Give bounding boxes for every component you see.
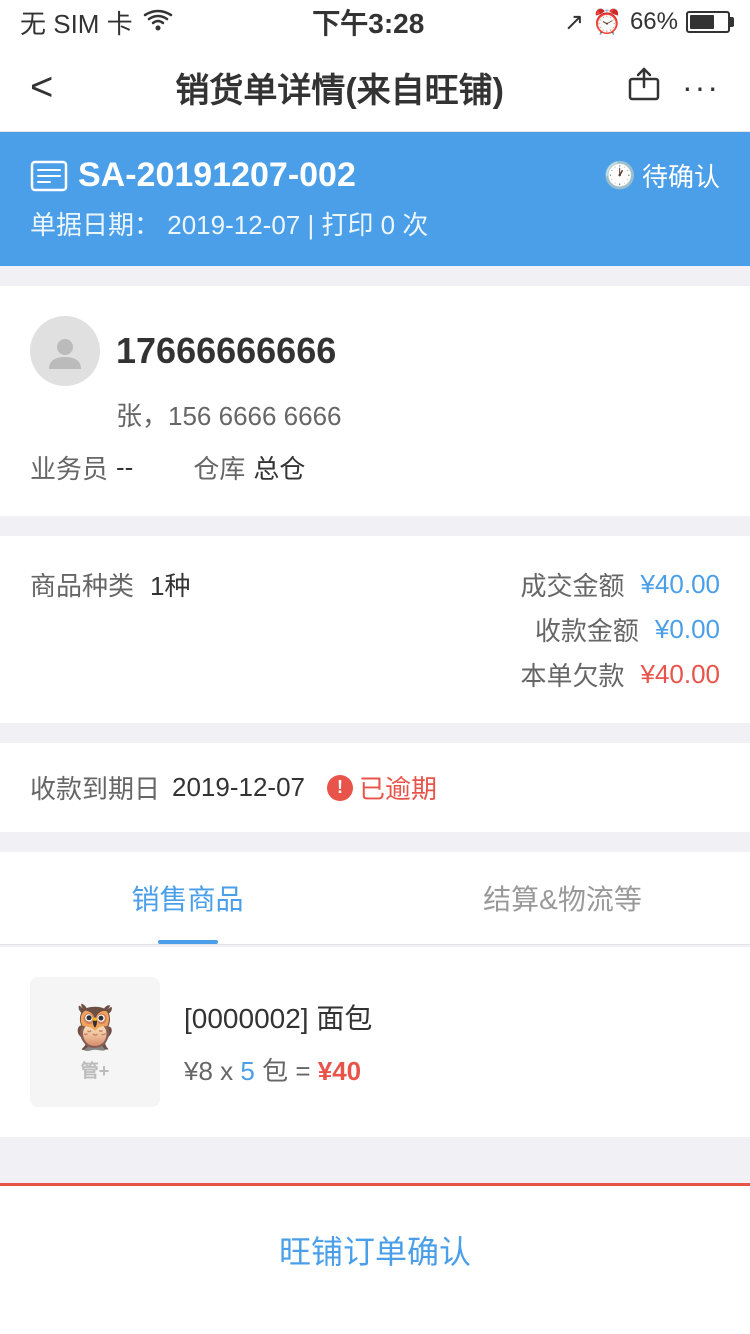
- product-code: [0000002]: [184, 1003, 309, 1034]
- nav-bar: < 销货单详情(来自旺铺) ···: [0, 44, 750, 132]
- received-value: ¥0.00: [655, 614, 720, 645]
- sales-value: --: [116, 452, 133, 483]
- status-right: ↗ ⏰ 66%: [564, 8, 730, 37]
- tab-bar: 销售商品 结算&物流等: [0, 852, 750, 945]
- received-label: 收款金额: [535, 611, 639, 648]
- order-header: SA-20191207-002 🕐 待确认 单据日期： 2019-12-07 |…: [0, 132, 750, 266]
- customer-name: 张，156 6666 6666: [116, 396, 720, 433]
- carrier-text: 无 SIM 卡: [20, 4, 133, 41]
- customer-meta: 业务员 -- 仓库 总仓: [30, 449, 720, 486]
- print-info: | 打印 0 次: [307, 210, 428, 240]
- warehouse-label: 仓库: [193, 449, 245, 486]
- warehouse-value: 总仓: [253, 449, 305, 486]
- product-title: 面包: [316, 1003, 372, 1034]
- overdue-text: 已逾期: [359, 769, 437, 806]
- overdue-icon: !: [327, 775, 353, 801]
- due-date-card: 收款到期日 2019-12-07 ! 已逾期: [0, 743, 750, 832]
- product-item: 🦉 管+ [0000002] 面包 ¥8 x 5 包 = ¥40: [0, 947, 750, 1137]
- order-date-row: 单据日期： 2019-12-07 | 打印 0 次: [30, 205, 720, 242]
- battery-icon: [686, 11, 730, 33]
- due-amount-row: 本单欠款 ¥40.00: [520, 656, 720, 693]
- sales-meta: 业务员 --: [30, 449, 133, 486]
- category-info: 商品种类 1种: [30, 566, 190, 603]
- date-label: 单据日期：: [30, 210, 160, 240]
- wifi-icon: [143, 7, 173, 38]
- transaction-value: ¥40.00: [640, 569, 720, 600]
- location-icon: ↗: [564, 8, 584, 37]
- summary-card: 商品种类 1种 成交金额 ¥40.00 收款金额 ¥0.00 本单欠款 ¥40.…: [0, 536, 750, 723]
- due-date-value: 2019-12-07: [172, 772, 305, 803]
- product-thumbnail: 🦉 管+: [30, 977, 160, 1107]
- battery-percent: 66%: [630, 8, 678, 36]
- due-amount-value: ¥40.00: [640, 659, 720, 690]
- multiply-sign: x: [220, 1056, 240, 1086]
- product-price: ¥8: [184, 1056, 213, 1086]
- status-time: 下午3:28: [312, 2, 424, 42]
- tab-settlement[interactable]: 结算&物流等: [375, 852, 750, 944]
- due-date-label: 收款到期日: [30, 769, 160, 806]
- order-icon: [30, 160, 68, 192]
- customer-card: 17666666666 张，156 6666 6666 业务员 -- 仓库 总仓: [0, 286, 750, 516]
- order-id-row: SA-20191207-002: [30, 156, 356, 195]
- product-name: [0000002] 面包: [184, 997, 720, 1037]
- warehouse-meta: 仓库 总仓: [193, 449, 305, 486]
- order-status: 🕐 待确认: [604, 157, 720, 194]
- clock-icon: 🕐: [604, 160, 636, 191]
- product-total: ¥40: [318, 1056, 361, 1086]
- product-quantity: 5: [240, 1056, 254, 1086]
- equals-sign: =: [295, 1056, 317, 1086]
- customer-phone: 17666666666: [116, 330, 336, 372]
- product-list: 🦉 管+ [0000002] 面包 ¥8 x 5 包 = ¥40: [0, 947, 750, 1137]
- avatar: [30, 316, 100, 386]
- received-amount-row: 收款金额 ¥0.00: [535, 611, 720, 648]
- back-button[interactable]: <: [30, 65, 53, 110]
- product-brand-icon: 🦉: [68, 1001, 123, 1053]
- category-label: 商品种类: [30, 566, 134, 603]
- status-bar: 无 SIM 卡 下午3:28 ↗ ⏰ 66%: [0, 0, 750, 44]
- product-formula: ¥8 x 5 包 = ¥40: [184, 1051, 720, 1088]
- nav-actions: ···: [626, 65, 720, 110]
- status-text: 待确认: [642, 157, 720, 194]
- transaction-amount-row: 成交金额 ¥40.00: [520, 566, 720, 603]
- bottom-bar: 旺铺订单确认: [0, 1183, 750, 1334]
- tab-sales-goods[interactable]: 销售商品: [0, 852, 375, 944]
- category-value: 1种: [150, 566, 190, 603]
- amount-info: 成交金额 ¥40.00 收款金额 ¥0.00 本单欠款 ¥40.00: [520, 566, 720, 693]
- transaction-label: 成交金额: [520, 566, 624, 603]
- overdue-badge: ! 已逾期: [327, 769, 437, 806]
- share-icon[interactable]: [626, 65, 662, 110]
- due-amount-label: 本单欠款: [520, 656, 624, 693]
- product-details: [0000002] 面包 ¥8 x 5 包 = ¥40: [184, 997, 720, 1088]
- order-number: SA-20191207-002: [78, 156, 356, 195]
- status-left: 无 SIM 卡: [20, 4, 173, 41]
- sales-label: 业务员: [30, 449, 108, 486]
- order-date-val: 2019-12-07: [167, 210, 300, 240]
- brand-label: 管+: [81, 1057, 110, 1083]
- more-icon[interactable]: ···: [682, 69, 720, 106]
- product-unit: 包: [262, 1056, 288, 1086]
- page-title: 销货单详情(来自旺铺): [175, 63, 504, 112]
- confirm-order-button[interactable]: 旺铺订单确认: [30, 1206, 720, 1294]
- alarm-icon: ⏰: [592, 8, 622, 37]
